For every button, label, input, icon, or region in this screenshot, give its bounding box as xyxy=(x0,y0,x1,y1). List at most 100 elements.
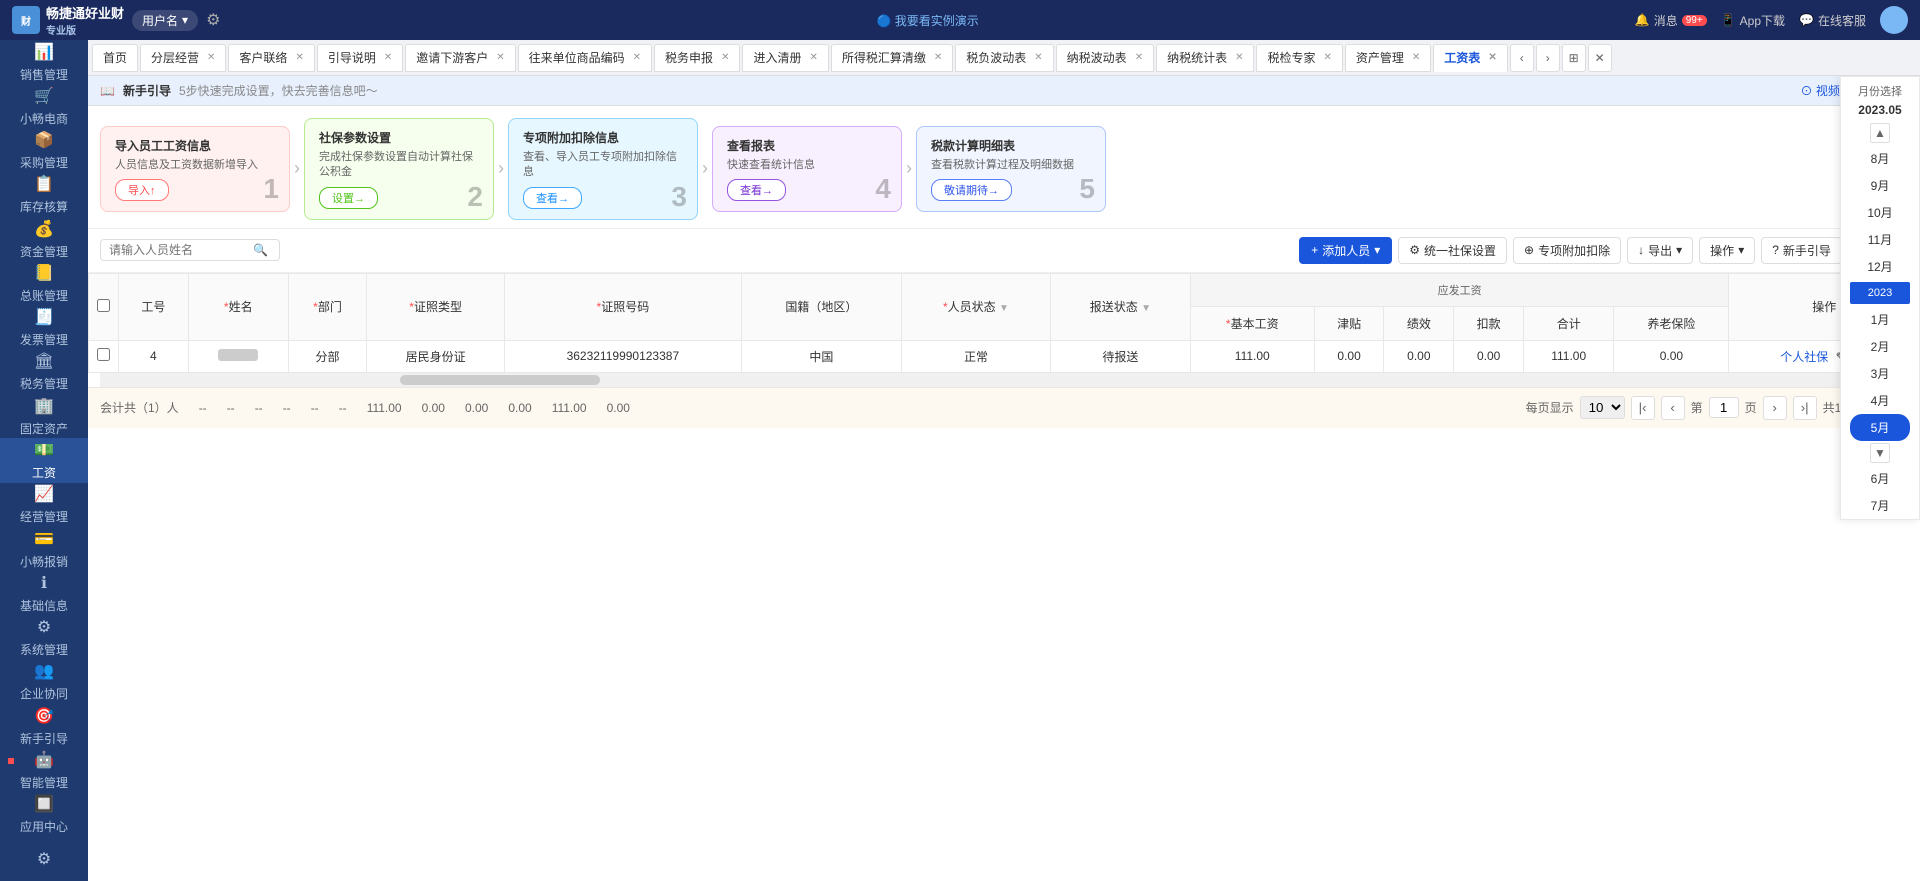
step2-btn[interactable]: 设置→ xyxy=(319,187,378,209)
sidebar-item-ai[interactable]: 🤖智能管理 xyxy=(0,748,88,792)
month-9[interactable]: 9月 xyxy=(1850,172,1910,199)
last-page-btn[interactable]: ›| xyxy=(1793,396,1817,420)
guide-btn[interactable]: ? 新手引导 xyxy=(1761,237,1842,264)
sidebar-item-sales[interactable]: 📊销售管理 xyxy=(0,40,88,84)
demo-link[interactable]: 🔵 我要看实例演示 xyxy=(876,12,978,29)
scrollbar-thumb[interactable] xyxy=(400,375,600,385)
personal-insurance-link[interactable]: 个人社保 xyxy=(1780,350,1828,364)
sidebar-item-ecommerce[interactable]: 🛒小畅电商 xyxy=(0,84,88,128)
close-layered[interactable]: ✕ xyxy=(207,52,215,63)
tab-tax-expert[interactable]: 税检专家✕ xyxy=(1256,44,1342,72)
close-tax-expert[interactable]: ✕ xyxy=(1324,52,1332,63)
close-assets[interactable]: ✕ xyxy=(1412,52,1420,63)
sidebar-item-collab[interactable]: 👥企业协同 xyxy=(0,660,88,704)
sidebar-item-guide[interactable]: 🎯新手引导 xyxy=(0,704,88,748)
close-invite[interactable]: ✕ xyxy=(496,52,504,63)
sidebar-item-invoice[interactable]: 🧾发票管理 xyxy=(0,306,88,350)
tab-next-btn[interactable]: › xyxy=(1536,44,1560,72)
tab-layered[interactable]: 分层经营✕ xyxy=(140,44,226,72)
special-deduction-btn[interactable]: ⊕ 专项附加扣除 xyxy=(1513,237,1621,264)
sidebar-item-basic-info[interactable]: ℹ基础信息 xyxy=(0,571,88,615)
tab-more-btn[interactable]: ⊞ xyxy=(1562,44,1586,72)
sidebar-item-finance[interactable]: 💰资金管理 xyxy=(0,217,88,261)
close-guide-intro[interactable]: ✕ xyxy=(384,52,392,63)
user-selector[interactable]: 用户名 ▾ xyxy=(132,10,198,31)
close-tax-report[interactable]: ✕ xyxy=(721,52,729,63)
step4-btn[interactable]: 查看→ xyxy=(727,179,786,201)
row-checkbox[interactable] xyxy=(97,348,110,361)
sidebar-item-expense[interactable]: 💳小畅报销 xyxy=(0,527,88,571)
sidebar-item-tax[interactable]: 🏛税务管理 xyxy=(0,350,88,394)
month-5[interactable]: 5月 xyxy=(1850,414,1910,441)
unified-settings-btn[interactable]: ⚙ 统一社保设置 xyxy=(1398,237,1507,264)
month-7[interactable]: 7月 xyxy=(1850,492,1910,519)
page-input[interactable] xyxy=(1709,397,1739,418)
tab-guide-intro[interactable]: 引导说明✕ xyxy=(317,44,403,72)
month-3[interactable]: 3月 xyxy=(1850,360,1910,387)
select-all-checkbox[interactable] xyxy=(97,299,110,312)
sidebar-item-purchase[interactable]: 📦采购管理 xyxy=(0,129,88,173)
first-page-btn[interactable]: |‹ xyxy=(1631,396,1655,420)
tab-clear-register[interactable]: 进入清册✕ xyxy=(742,44,828,72)
status-filter-icon[interactable]: ▼ xyxy=(999,303,1009,314)
tab-customer[interactable]: 客户联络✕ xyxy=(228,44,314,72)
table-scrollbar[interactable] xyxy=(100,373,1908,387)
add-employee-btn[interactable]: + 添加人员 ▾ xyxy=(1299,237,1392,264)
settings-icon[interactable]: ⚙ xyxy=(206,10,220,30)
export-btn[interactable]: ↓ 导出 ▾ xyxy=(1627,237,1693,264)
month-picker-up[interactable]: ▲ xyxy=(1870,123,1890,143)
avatar[interactable] xyxy=(1880,6,1908,34)
month-4[interactable]: 4月 xyxy=(1850,387,1910,414)
close-clear-register[interactable]: ✕ xyxy=(809,52,817,63)
tab-tax-burden[interactable]: 税负波动表✕ xyxy=(955,44,1053,72)
tab-income-tax[interactable]: 所得税汇算清缴✕ xyxy=(831,44,953,72)
tab-assets[interactable]: 资产管理✕ xyxy=(1345,44,1431,72)
sidebar-item-assets[interactable]: 🏢固定资产 xyxy=(0,394,88,438)
month-8[interactable]: 8月 xyxy=(1850,145,1910,172)
sidebar-item-settings[interactable]: ⚙ xyxy=(0,837,88,881)
month-10[interactable]: 10月 xyxy=(1850,199,1910,226)
operations-btn[interactable]: 操作 ▾ xyxy=(1699,237,1755,264)
step3-btn[interactable]: 查看→ xyxy=(523,187,582,209)
close-income-tax[interactable]: ✕ xyxy=(934,52,942,63)
tab-tax-dynamic[interactable]: 纳税波动表✕ xyxy=(1056,44,1154,72)
prev-page-btn[interactable]: ‹ xyxy=(1661,396,1685,420)
tab-payroll[interactable]: 工资表✕ xyxy=(1433,44,1507,72)
tab-product-code[interactable]: 往来单位商品编码✕ xyxy=(518,44,652,72)
video-link[interactable]: ⊙ 视频 xyxy=(1801,82,1840,99)
search-box[interactable]: 🔍 xyxy=(100,239,280,261)
month-11[interactable]: 11月 xyxy=(1850,226,1910,253)
step5-btn[interactable]: 敬请期待→ xyxy=(931,179,1012,201)
tab-prev-btn[interactable]: ‹ xyxy=(1510,44,1534,72)
tab-tax-stats[interactable]: 纳税统计表✕ xyxy=(1156,44,1254,72)
month-6[interactable]: 6月 xyxy=(1850,465,1910,492)
report-filter-icon[interactable]: ▼ xyxy=(1141,303,1151,314)
online-service-btn[interactable]: 💬 在线客服 xyxy=(1799,12,1866,29)
month-2[interactable]: 2月 xyxy=(1850,333,1910,360)
month-picker-down[interactable]: ▼ xyxy=(1870,443,1890,463)
tab-tax-report[interactable]: 税务申报✕ xyxy=(654,44,740,72)
month-1[interactable]: 1月 xyxy=(1850,306,1910,333)
sidebar-item-system[interactable]: ⚙系统管理 xyxy=(0,615,88,659)
close-tax-dynamic[interactable]: ✕ xyxy=(1135,52,1143,63)
search-input[interactable] xyxy=(109,243,249,257)
sidebar-item-inventory[interactable]: 📋库存核算 xyxy=(0,173,88,217)
tab-close-all-btn[interactable]: ✕ xyxy=(1588,44,1612,72)
sidebar-item-payroll[interactable]: 💵工资 xyxy=(0,438,88,482)
close-customer[interactable]: ✕ xyxy=(295,52,303,63)
close-payroll[interactable]: ✕ xyxy=(1488,52,1496,63)
next-page-btn[interactable]: › xyxy=(1763,396,1787,420)
close-tax-burden[interactable]: ✕ xyxy=(1034,52,1042,63)
tab-home[interactable]: 首页 xyxy=(92,44,138,72)
page-size-select[interactable]: 10 20 50 xyxy=(1580,396,1625,419)
close-tax-stats[interactable]: ✕ xyxy=(1235,52,1243,63)
tab-invite[interactable]: 邀请下游客户✕ xyxy=(405,44,515,72)
message-btn[interactable]: 🔔 消息 99+ xyxy=(1635,12,1707,29)
app-download-btn[interactable]: 📱 App下载 xyxy=(1721,12,1785,29)
step1-btn[interactable]: 导入↑ xyxy=(115,179,169,201)
sidebar-item-ledger[interactable]: 📒总账管理 xyxy=(0,261,88,305)
close-product-code[interactable]: ✕ xyxy=(633,52,641,63)
month-12[interactable]: 12月 xyxy=(1850,253,1910,280)
sidebar-item-management[interactable]: 📈经营管理 xyxy=(0,483,88,527)
sidebar-item-apps[interactable]: 🔲应用中心 xyxy=(0,793,88,837)
